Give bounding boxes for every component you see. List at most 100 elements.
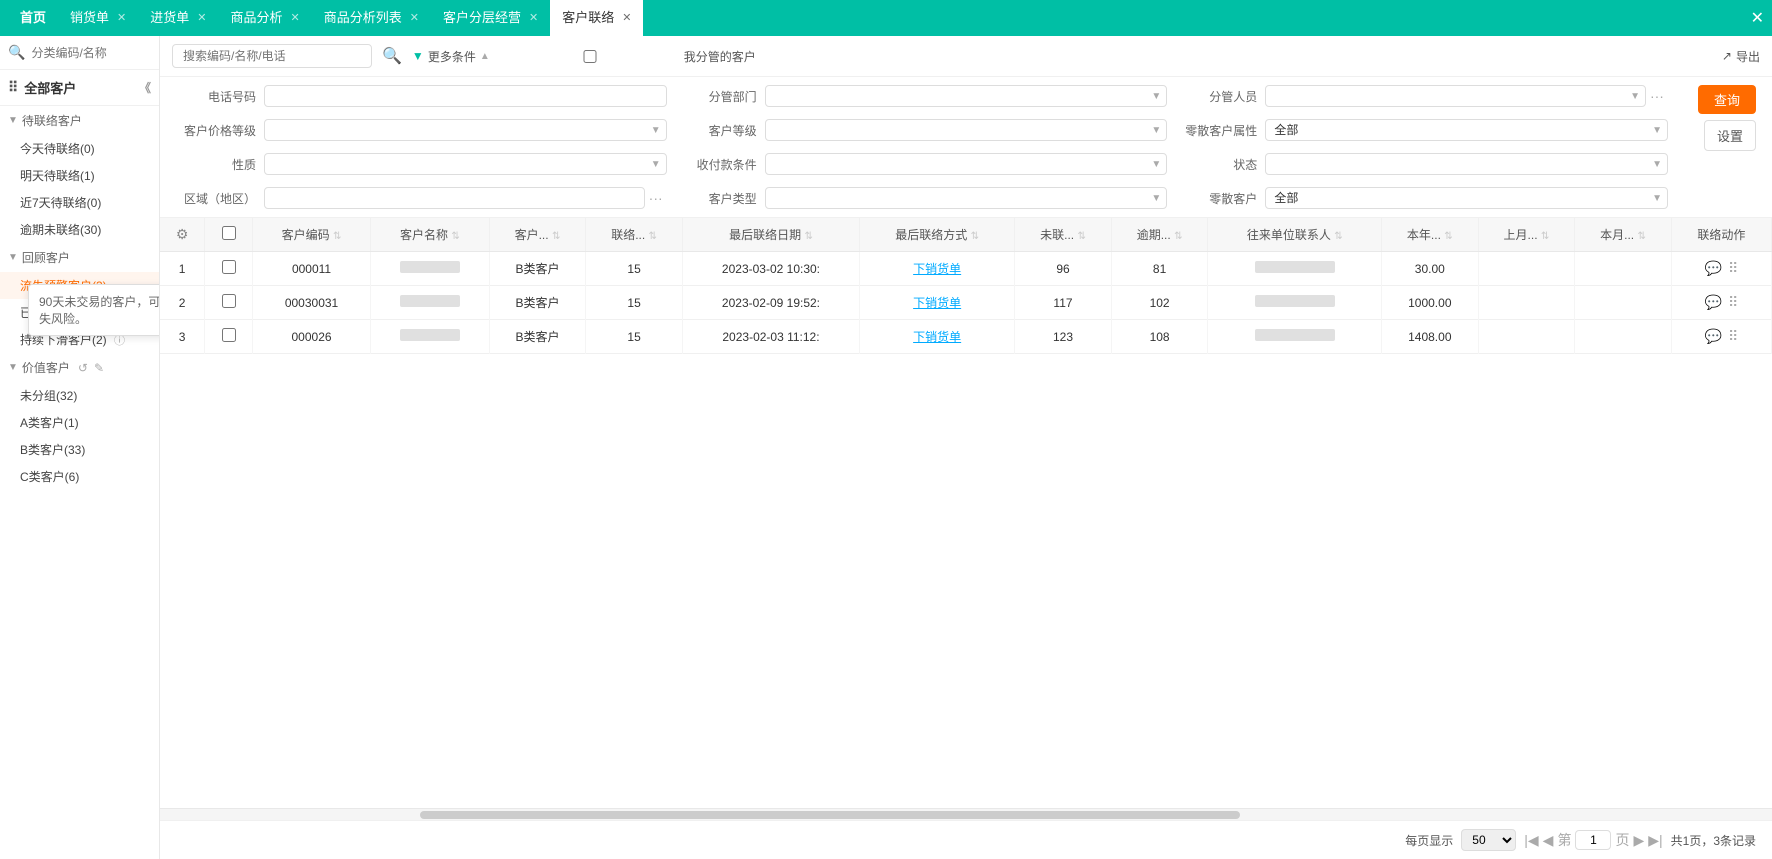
- action-more-icon[interactable]: ⠿: [1728, 294, 1738, 311]
- close-product-analysis-list-icon[interactable]: ✕: [410, 0, 419, 36]
- filter-dept-select[interactable]: [765, 85, 1168, 107]
- row-last-contact-method[interactable]: 下销货单: [860, 320, 1015, 354]
- action-chat-icon[interactable]: 💬: [1705, 328, 1722, 345]
- sidebar-section-pending-title[interactable]: ▼ 待联络客户: [0, 106, 159, 135]
- action-more-icon[interactable]: ⠿: [1728, 260, 1738, 277]
- col-settings[interactable]: ⚙: [160, 218, 205, 252]
- close-salesorder-icon[interactable]: ✕: [117, 0, 126, 36]
- filter-person-select[interactable]: [1265, 85, 1646, 107]
- next-page-button[interactable]: ▶: [1633, 832, 1644, 849]
- table-settings-icon[interactable]: ⚙: [176, 226, 189, 242]
- region-dots-icon[interactable]: ···: [645, 190, 667, 206]
- close-customer-segment-icon[interactable]: ✕: [529, 0, 538, 36]
- filter-retail-customer-select[interactable]: 全部: [1265, 187, 1668, 209]
- sidebar-item-7days[interactable]: 近7天待联络(0): [0, 189, 159, 216]
- filter-customer-level-select[interactable]: [765, 119, 1168, 141]
- last-page-button[interactable]: ▶|: [1648, 832, 1662, 849]
- col-checkbox[interactable]: [205, 218, 253, 252]
- filter-row-1: 电话号码 分管部门 ▼: [176, 85, 1678, 107]
- col-last-contact-date[interactable]: 最后联络日期 ⇅: [682, 218, 859, 252]
- edit-icon[interactable]: ✎: [94, 361, 104, 375]
- filter-customer-type-select[interactable]: [765, 187, 1168, 209]
- row-last-contact-method[interactable]: 下销货单: [860, 252, 1015, 286]
- row-last-month: [1478, 286, 1575, 320]
- col-code[interactable]: 客户编码 ⇅: [252, 218, 370, 252]
- sidebar-search-input[interactable]: [31, 46, 160, 60]
- sidebar-collapse-icon[interactable]: 《: [139, 79, 151, 96]
- sidebar-item-ungroups[interactable]: 未分组(32): [0, 382, 159, 409]
- col-contact-person[interactable]: 往来单位联系人 ⇅: [1208, 218, 1382, 252]
- export-button[interactable]: ↗ 导出: [1722, 48, 1760, 65]
- page-number-input[interactable]: [1575, 830, 1611, 850]
- nav-purchaseorder[interactable]: 进货单 ✕: [138, 0, 218, 36]
- col-customer-type[interactable]: 客户... ⇅: [489, 218, 586, 252]
- close-purchaseorder-icon[interactable]: ✕: [197, 0, 206, 36]
- nav-product-analysis-list[interactable]: 商品分析列表 ✕: [312, 0, 431, 36]
- per-page-select[interactable]: 50 100: [1461, 829, 1516, 851]
- sidebar-all-customers[interactable]: ⠿ 全部客户 《: [0, 70, 159, 106]
- nav-customer-segment[interactable]: 客户分层经营 ✕: [431, 0, 550, 36]
- col-last-contact-method[interactable]: 最后联络方式 ⇅: [860, 218, 1015, 252]
- filter-status-select[interactable]: [1265, 153, 1668, 175]
- close-customer-contact-icon[interactable]: ✕: [622, 0, 631, 36]
- row-select-checkbox[interactable]: [222, 260, 236, 274]
- sidebar-item-today[interactable]: 今天待联络(0): [0, 135, 159, 162]
- nav-salesorder[interactable]: 销货单 ✕: [58, 0, 138, 36]
- row-select-checkbox[interactable]: [222, 294, 236, 308]
- grid-icon: ⠿: [8, 79, 18, 96]
- sidebar-item-a-class[interactable]: A类客户(1): [0, 409, 159, 436]
- action-more-icon[interactable]: ⠿: [1728, 328, 1738, 345]
- top-nav: 首页 销货单 ✕ 进货单 ✕ 商品分析 ✕ 商品分析列表 ✕ 客户分层经营 ✕ …: [0, 0, 1772, 36]
- my-customer-check[interactable]: [500, 50, 680, 63]
- horizontal-scrollbar[interactable]: [160, 808, 1772, 820]
- query-button[interactable]: 查询: [1698, 85, 1756, 114]
- filter-person-label: 分管人员: [1177, 88, 1257, 105]
- action-chat-icon[interactable]: 💬: [1705, 294, 1722, 311]
- col-name[interactable]: 客户名称 ⇅: [371, 218, 490, 252]
- person-dots-icon[interactable]: ···: [1646, 88, 1668, 104]
- filter-nature-select[interactable]: [264, 153, 667, 175]
- col-this-month[interactable]: 本月... ⇅: [1575, 218, 1672, 252]
- select-all-checkbox[interactable]: [222, 226, 236, 240]
- refresh-icon[interactable]: ↺: [78, 361, 88, 375]
- col-this-year[interactable]: 本年... ⇅: [1382, 218, 1479, 252]
- row-checkbox[interactable]: [205, 320, 253, 354]
- main-search-input[interactable]: [172, 44, 372, 68]
- filter-retail-attr-select[interactable]: 全部: [1265, 119, 1668, 141]
- filter-payment-select[interactable]: [765, 153, 1168, 175]
- close-all-tabs-button[interactable]: ✕: [1751, 8, 1764, 28]
- sort-icon-date: ⇅: [804, 231, 812, 242]
- filter-phone-input[interactable]: [264, 85, 667, 107]
- sidebar-section-value-title[interactable]: ▼ 价值客户 ↺ ✎: [0, 353, 159, 382]
- sidebar-section-review-title[interactable]: ▼ 回顾客户: [0, 243, 159, 272]
- sidebar-item-tomorrow[interactable]: 明天待联络(1): [0, 162, 159, 189]
- nav-home[interactable]: 首页: [8, 0, 58, 36]
- col-overdue[interactable]: 逾期... ⇅: [1111, 218, 1208, 252]
- row-last-contact-method[interactable]: 下销货单: [860, 286, 1015, 320]
- scrollbar-thumb[interactable]: [420, 811, 1240, 819]
- main-search-button[interactable]: 🔍: [382, 46, 402, 66]
- row-this-year: 30.00: [1382, 252, 1479, 286]
- col-uncontacted[interactable]: 未联... ⇅: [1015, 218, 1112, 252]
- more-filters-button[interactable]: ▼ 更多条件 ▲: [412, 48, 490, 65]
- sidebar-item-b-class[interactable]: B类客户(33): [0, 436, 159, 463]
- sidebar-item-c-class[interactable]: C类客户(6): [0, 463, 159, 490]
- row-contact-person: [1208, 320, 1382, 354]
- col-last-month[interactable]: 上月... ⇅: [1478, 218, 1575, 252]
- close-product-analysis-icon[interactable]: ✕: [291, 0, 300, 36]
- my-customer-checkbox[interactable]: 我分管的客户: [500, 48, 756, 65]
- row-select-checkbox[interactable]: [222, 328, 236, 342]
- prev-page-button[interactable]: ◀: [1543, 832, 1554, 849]
- row-checkbox[interactable]: [205, 286, 253, 320]
- filter-region-input[interactable]: [264, 187, 645, 209]
- filter-price-level-select[interactable]: [264, 119, 667, 141]
- action-chat-icon[interactable]: 💬: [1705, 260, 1722, 277]
- settings-button[interactable]: 设置: [1704, 120, 1756, 151]
- row-last-contact-date: 2023-02-03 11:12:: [682, 320, 859, 354]
- sidebar-item-overdue[interactable]: 逾期未联络(30): [0, 216, 159, 243]
- first-page-button[interactable]: |◀: [1524, 832, 1538, 849]
- nav-customer-contact[interactable]: 客户联络 ✕: [550, 0, 643, 36]
- row-checkbox[interactable]: [205, 252, 253, 286]
- nav-product-analysis[interactable]: 商品分析 ✕: [218, 0, 311, 36]
- col-contact[interactable]: 联络... ⇅: [586, 218, 683, 252]
